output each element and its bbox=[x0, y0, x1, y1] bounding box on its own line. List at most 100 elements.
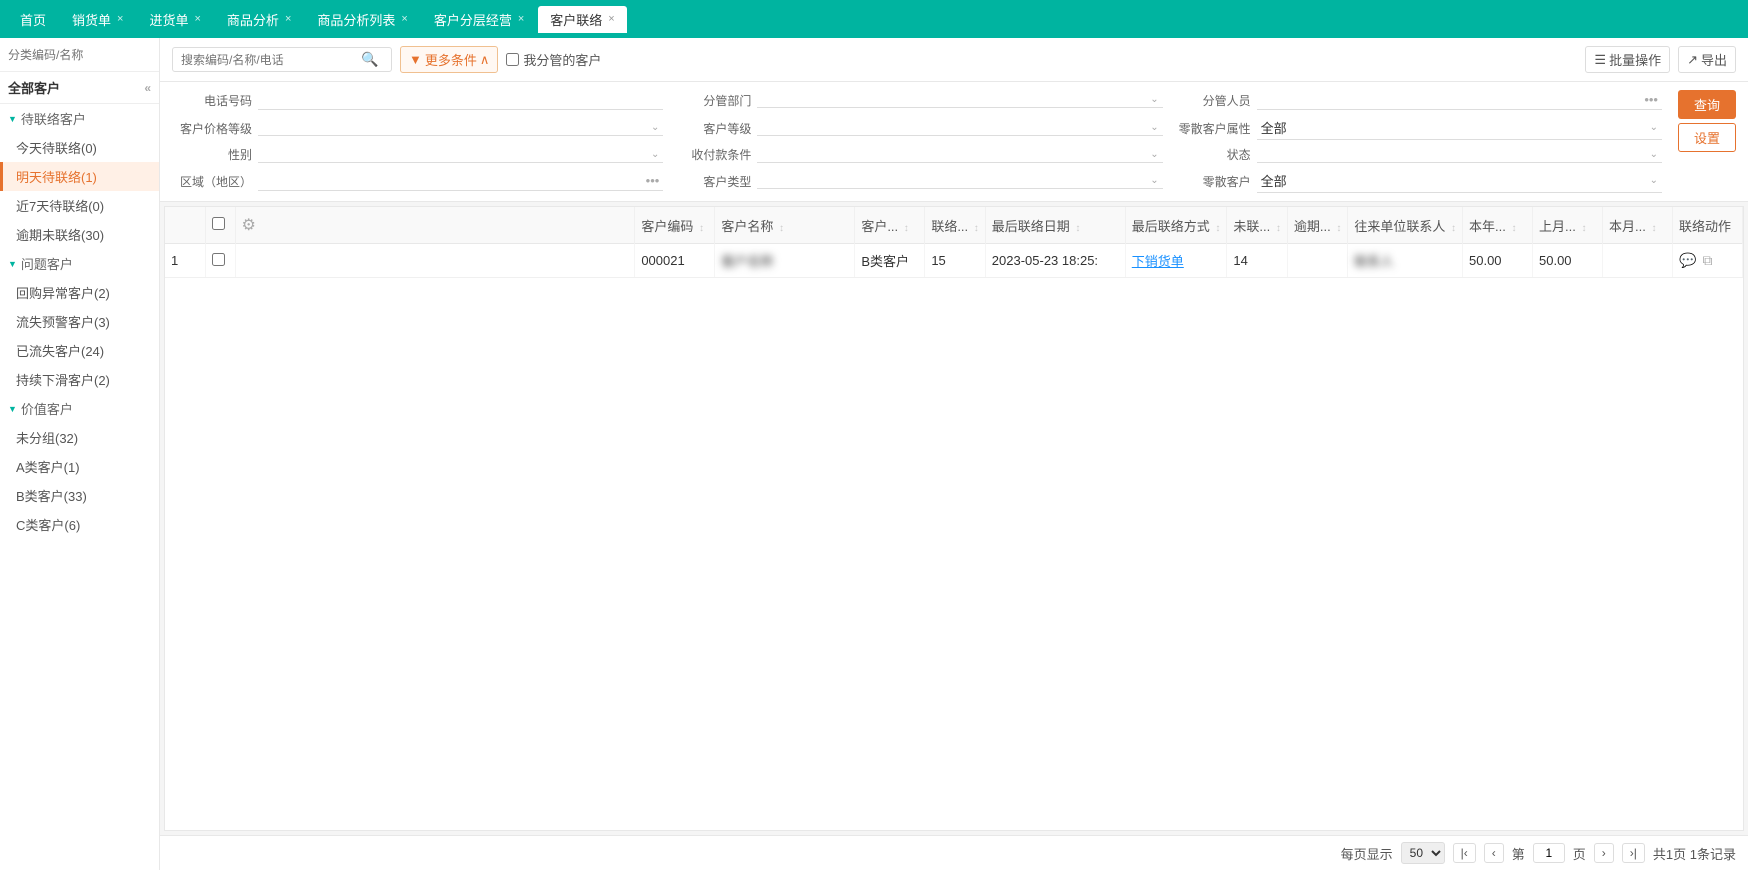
col-header-type: 客户... ↕ bbox=[855, 207, 925, 244]
last-method-link[interactable]: 下销货单 bbox=[1132, 254, 1184, 269]
sort-icon[interactable]: ↕ bbox=[1581, 223, 1586, 234]
filter-customer-grade: 客户等级 ⌄ bbox=[671, 120, 1162, 137]
batch-op-button[interactable]: ☰ 批量操作 bbox=[1585, 46, 1670, 73]
sidebar-item-class-b[interactable]: B类客户(33) bbox=[0, 481, 159, 510]
customer-type-select[interactable]: ⌄ bbox=[757, 173, 1162, 189]
sidebar-item-churned[interactable]: 已流失客户(24) bbox=[0, 336, 159, 365]
sidebar-item-overdue[interactable]: 逾期未联络(30) bbox=[0, 220, 159, 249]
sort-icon[interactable]: ↕ bbox=[1215, 223, 1220, 234]
area-label: 区域（地区） bbox=[172, 173, 252, 190]
export-button[interactable]: ↗ 导出 bbox=[1678, 46, 1736, 73]
close-icon[interactable]: × bbox=[401, 13, 407, 25]
retail-attr-label: 零散客户属性 bbox=[1171, 120, 1251, 137]
col-header-thismonth: 本月... ↕ bbox=[1603, 207, 1673, 244]
nav-product-analysis[interactable]: 商品分析 × bbox=[215, 6, 303, 33]
sort-icon[interactable]: ↕ bbox=[699, 223, 704, 234]
sidebar-item-ungrouped[interactable]: 未分组(32) bbox=[0, 423, 159, 452]
search-input[interactable] bbox=[181, 53, 361, 67]
price-grade-select[interactable]: ⌄ bbox=[258, 120, 663, 136]
retail-attr-select[interactable]: 全部 ⌄ bbox=[1257, 116, 1662, 140]
nav-home[interactable]: 首页 bbox=[8, 6, 58, 33]
more-icon[interactable]: ••• bbox=[1644, 92, 1658, 107]
payment-label: 收付款条件 bbox=[671, 146, 751, 163]
filter-payment: 收付款条件 ⌄ bbox=[671, 146, 1162, 163]
nav-customer-contact[interactable]: 客户联络 × bbox=[538, 6, 626, 33]
close-icon[interactable]: × bbox=[608, 13, 614, 25]
price-grade-label: 客户价格等级 bbox=[172, 120, 252, 137]
sidebar-item-tomorrow[interactable]: 明天待联络(1) bbox=[0, 162, 159, 191]
sort-icon[interactable]: ↕ bbox=[1651, 223, 1656, 234]
payment-select[interactable]: ⌄ bbox=[757, 147, 1162, 163]
close-icon[interactable]: × bbox=[518, 13, 524, 25]
status-select[interactable]: ⌄ bbox=[1257, 147, 1662, 163]
more-icon[interactable]: ••• bbox=[646, 173, 660, 188]
first-page-button[interactable]: |‹ bbox=[1453, 843, 1476, 863]
search-icon[interactable]: 🔍 bbox=[361, 51, 378, 68]
filter-phone: 电话号码 bbox=[172, 91, 663, 110]
gear-icon[interactable]: ⚙ bbox=[242, 217, 256, 234]
filter-row-2: 客户价格等级 ⌄ 客户等级 ⌄ 零散客户属性 bbox=[172, 116, 1662, 140]
search-input-wrap: 🔍 bbox=[172, 47, 392, 72]
all-customers-title[interactable]: 全部客户 « bbox=[0, 72, 159, 104]
sort-icon[interactable]: ↕ bbox=[1511, 223, 1516, 234]
query-button[interactable]: 查询 bbox=[1678, 90, 1736, 119]
retail-customer-label: 零散客户 bbox=[1171, 173, 1251, 190]
col-header-contact: 联络... ↕ bbox=[925, 207, 985, 244]
my-customers-checkbox[interactable] bbox=[506, 53, 519, 66]
more-filters-button[interactable]: ▼ 更多条件 ∧ bbox=[400, 46, 498, 73]
sort-icon[interactable]: ↕ bbox=[974, 223, 979, 234]
customer-name-blurred: 客户名称 bbox=[721, 254, 773, 269]
sidebar-item-class-c[interactable]: C类客户(6) bbox=[0, 510, 159, 539]
dept-select[interactable]: ⌄ bbox=[757, 92, 1162, 108]
select-all-checkbox[interactable] bbox=[212, 217, 225, 230]
sidebar-item-class-a[interactable]: A类客户(1) bbox=[0, 452, 159, 481]
close-icon[interactable]: × bbox=[194, 13, 200, 25]
grid-action-icon[interactable]: ⧉ bbox=[1702, 252, 1712, 269]
retail-customer-select[interactable]: 全部 ⌄ bbox=[1257, 169, 1662, 193]
dept-label: 分管部门 bbox=[671, 92, 751, 109]
cell-actions-left bbox=[235, 244, 635, 278]
close-icon[interactable]: × bbox=[117, 13, 123, 25]
set-button[interactable]: 设置 bbox=[1678, 123, 1736, 152]
cell-last-method: 下销货单 bbox=[1125, 244, 1227, 278]
sidebar-item-churn-warning[interactable]: 流失预警客户(3) bbox=[0, 307, 159, 336]
customer-grade-select[interactable]: ⌄ bbox=[757, 120, 1162, 136]
page-number-input[interactable] bbox=[1533, 843, 1565, 863]
sidebar-search-input[interactable] bbox=[8, 48, 160, 62]
sidebar-item-declining[interactable]: 持续下滑客户(2) bbox=[0, 365, 159, 394]
sort-icon[interactable]: ↕ bbox=[1336, 223, 1341, 234]
sidebar-item-repurchase-abnormal[interactable]: 回购异常客户(2) bbox=[0, 278, 159, 307]
collapse-icon[interactable]: « bbox=[144, 81, 151, 95]
cell-type: B类客户 bbox=[855, 244, 925, 278]
search-bar: 🔍 ▼ 更多条件 ∧ 我分管的客户 ☰ 批量操作 ↗ 导出 bbox=[160, 38, 1748, 82]
nav-purchase[interactable]: 进货单 × bbox=[137, 6, 212, 33]
top-navigation: 首页 销货单 × 进货单 × 商品分析 × 商品分析列表 × 客户分层经营 × … bbox=[0, 0, 1748, 38]
filter-gender: 性别 ⌄ bbox=[172, 146, 663, 163]
prev-page-button[interactable]: ‹ bbox=[1484, 843, 1504, 863]
area-select[interactable]: ••• bbox=[258, 171, 663, 191]
sort-icon[interactable]: ↕ bbox=[779, 223, 784, 234]
sidebar-search-wrap: 🔍 bbox=[0, 38, 159, 72]
row-checkbox[interactable] bbox=[212, 253, 225, 266]
sort-icon[interactable]: ↕ bbox=[1451, 223, 1456, 234]
close-icon[interactable]: × bbox=[285, 13, 291, 25]
nav-sales[interactable]: 销货单 × bbox=[60, 6, 135, 33]
comment-action-icon[interactable]: 💬 bbox=[1679, 252, 1696, 269]
next-page-button[interactable]: › bbox=[1594, 843, 1614, 863]
manager-select[interactable]: ••• bbox=[1257, 90, 1662, 110]
nav-product-analysis-list[interactable]: 商品分析列表 × bbox=[305, 6, 419, 33]
filter-buttons: 查询 设置 bbox=[1678, 90, 1736, 193]
my-customers-checkbox-label[interactable]: 我分管的客户 bbox=[506, 50, 601, 69]
gender-label: 性别 bbox=[172, 146, 252, 163]
sidebar-item-today[interactable]: 今天待联络(0) bbox=[0, 133, 159, 162]
gender-select[interactable]: ⌄ bbox=[258, 147, 663, 163]
last-page-button[interactable]: ›| bbox=[1622, 843, 1645, 863]
sort-icon[interactable]: ↕ bbox=[904, 223, 909, 234]
sort-icon[interactable]: ↕ bbox=[1276, 223, 1281, 234]
per-page-select[interactable]: 50 bbox=[1401, 842, 1445, 864]
sidebar-item-7days[interactable]: 近7天待联络(0) bbox=[0, 191, 159, 220]
col-header-uncontact: 未联... ↕ bbox=[1227, 207, 1287, 244]
nav-customer-tier[interactable]: 客户分层经营 × bbox=[422, 6, 536, 33]
sort-icon[interactable]: ↕ bbox=[1075, 223, 1080, 234]
phone-input[interactable] bbox=[258, 91, 663, 110]
